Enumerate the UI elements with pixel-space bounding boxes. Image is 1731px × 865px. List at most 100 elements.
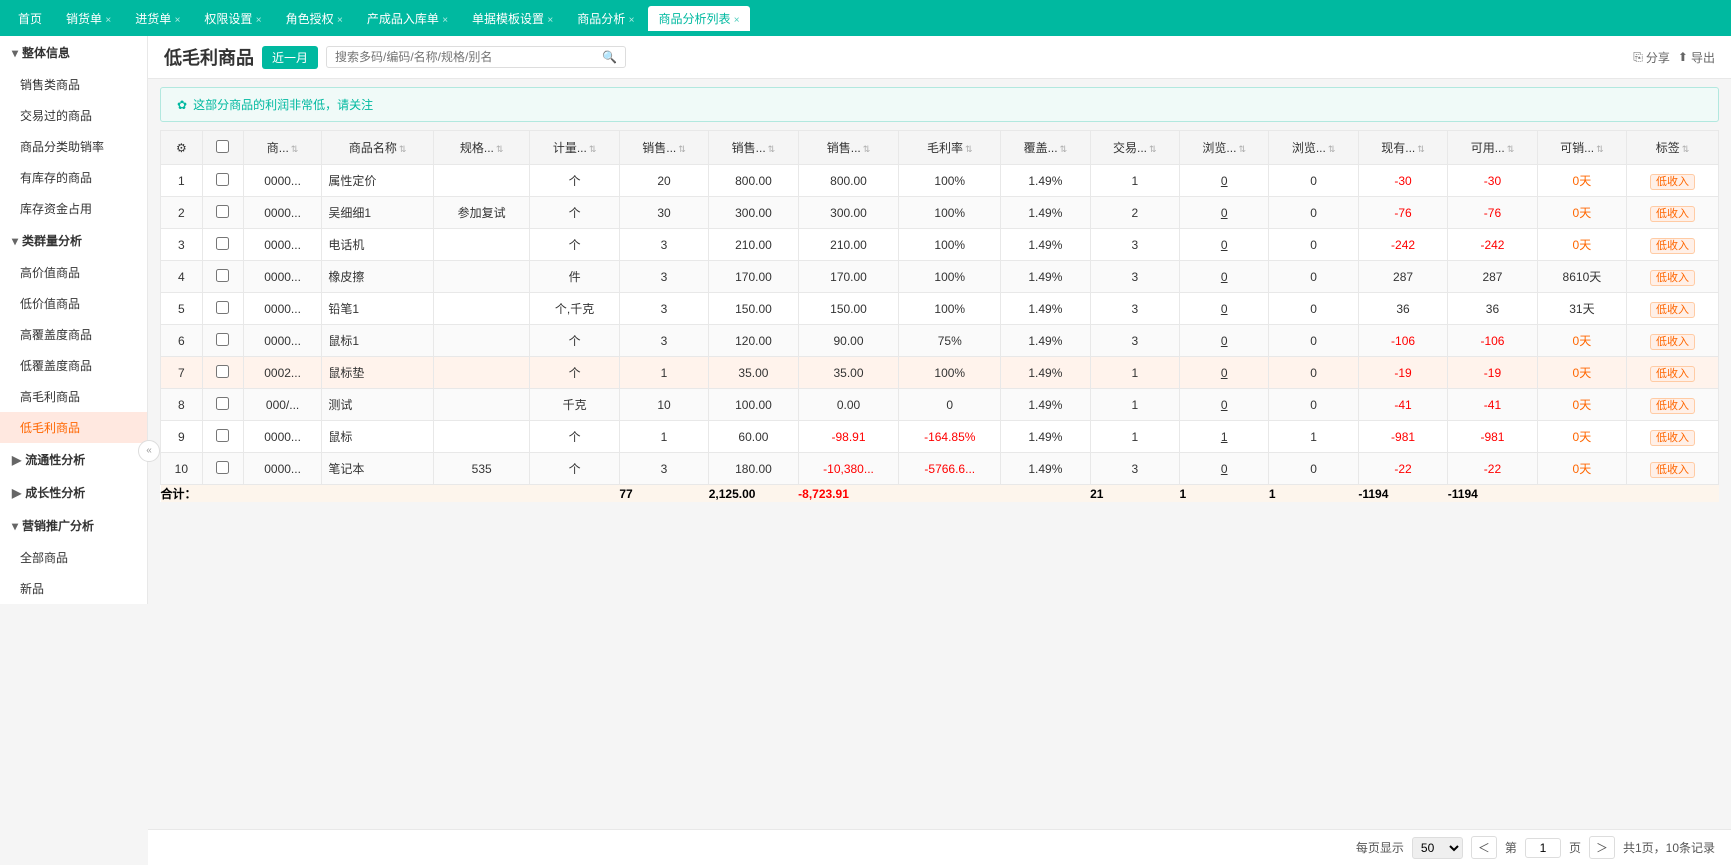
col-gross-margin[interactable]: 毛利率⇅ [899, 131, 1001, 165]
row-name[interactable]: 测试 [322, 389, 434, 421]
row-name[interactable]: 鼠标 [322, 421, 434, 453]
col-sales-price[interactable]: 销售...⇅ [709, 131, 798, 165]
col-current-stock[interactable]: 现有...⇅ [1358, 131, 1447, 165]
row-name[interactable]: 吴细细1 [322, 197, 434, 229]
sidebar-group-cluster[interactable]: ▾ 类群量分析 [0, 224, 147, 257]
col-sellable-days[interactable]: 可销...⇅ [1537, 131, 1626, 165]
per-page-select[interactable]: 50 20 100 [1412, 837, 1463, 859]
nav-role-auth[interactable]: 角色授权 × [276, 6, 353, 31]
collapse-flow-icon: ▶ [12, 453, 21, 467]
sidebar-group-flow[interactable]: ▶ 流通性分析 [0, 443, 147, 476]
col-available-stock[interactable]: 可用...⇅ [1448, 131, 1537, 165]
sidebar-item-low-value[interactable]: 低价值商品 [0, 288, 147, 319]
row-checkbox[interactable] [202, 453, 243, 485]
sidebar-item-all-goods[interactable]: 全部商品 [0, 542, 147, 573]
col-checkbox[interactable] [202, 131, 243, 165]
row-name[interactable]: 电话机 [322, 229, 434, 261]
row-checkbox[interactable] [202, 325, 243, 357]
export-btn[interactable]: ⬆ 导出 [1678, 49, 1715, 66]
sidebar-item-high-value[interactable]: 高价值商品 [0, 257, 147, 288]
col-spec[interactable]: 规格...⇅ [433, 131, 529, 165]
row-sales-price: 60.00 [709, 421, 798, 453]
row-browse1[interactable]: 0 [1180, 197, 1269, 229]
row-available-stock: -22 [1448, 453, 1537, 485]
col-settings[interactable]: ⚙ [161, 131, 203, 165]
col-unit[interactable]: 计量...⇅ [530, 131, 619, 165]
row-browse1[interactable]: 0 [1180, 453, 1269, 485]
share-icon: ⎘ [1633, 50, 1643, 65]
sidebar-item-sales-goods[interactable]: 销售类商品 [0, 69, 147, 100]
row-checkbox[interactable] [202, 293, 243, 325]
row-browse1[interactable]: 0 [1180, 357, 1269, 389]
sidebar-group-growth[interactable]: ▶ 成长性分析 [0, 476, 147, 509]
page-label: 第 [1505, 839, 1517, 856]
nav-product-analysis-list[interactable]: 商品分析列表 × [648, 6, 749, 31]
col-sales-qty[interactable]: 销售...⇅ [619, 131, 708, 165]
sidebar-item-high-margin[interactable]: 高毛利商品 [0, 381, 147, 412]
nav-permissions[interactable]: 权限设置 × [194, 6, 271, 31]
row-checkbox[interactable] [202, 357, 243, 389]
col-transactions[interactable]: 交易...⇅ [1090, 131, 1179, 165]
row-sales-qty: 1 [619, 421, 708, 453]
nav-product-analysis[interactable]: 商品分析 × [567, 6, 644, 31]
next-page-btn[interactable]: ＞ [1589, 836, 1615, 859]
row-browse1[interactable]: 0 [1180, 165, 1269, 197]
row-name[interactable]: 铅笔1 [322, 293, 434, 325]
nav-home[interactable]: 首页 [8, 6, 52, 31]
row-browse1[interactable]: 0 [1180, 325, 1269, 357]
row-coverage: 1.49% [1001, 389, 1090, 421]
row-browse2: 0 [1269, 229, 1358, 261]
filter-recent-month-btn[interactable]: 近一月 [262, 46, 318, 69]
search-icon[interactable]: 🔍 [602, 50, 617, 64]
share-btn[interactable]: ⎘ 分享 [1633, 49, 1670, 66]
nav-sales-order[interactable]: 销货单 × [56, 6, 121, 31]
nav-template-settings[interactable]: 单据模板设置 × [462, 6, 563, 31]
row-sales-qty: 3 [619, 229, 708, 261]
row-name[interactable]: 鼠标垫 [322, 357, 434, 389]
search-input[interactable] [335, 50, 598, 64]
row-browse1[interactable]: 1 [1180, 421, 1269, 453]
row-name[interactable]: 橡皮擦 [322, 261, 434, 293]
sidebar-item-new-goods[interactable]: 新品 [0, 573, 147, 604]
row-checkbox[interactable] [202, 165, 243, 197]
row-checkbox[interactable] [202, 229, 243, 261]
row-sales-qty: 1 [619, 357, 708, 389]
col-coverage[interactable]: 覆盖...⇅ [1001, 131, 1090, 165]
row-checkbox[interactable] [202, 261, 243, 293]
row-name[interactable]: 鼠标1 [322, 325, 434, 357]
row-name[interactable]: 属性定价 [322, 165, 434, 197]
sidebar-item-traded-goods[interactable]: 交易过的商品 [0, 100, 147, 131]
row-name[interactable]: 笔记本 [322, 453, 434, 485]
row-browse1[interactable]: 0 [1180, 229, 1269, 261]
table-container[interactable]: ⚙ 商...⇅ 商品名称⇅ 规格...⇅ 计量...⇅ 销售...⇅ 销售...… [148, 122, 1731, 829]
col-code[interactable]: 商...⇅ [243, 131, 322, 165]
col-tag[interactable]: 标签⇅ [1627, 131, 1719, 165]
col-name[interactable]: 商品名称⇅ [322, 131, 434, 165]
page-input[interactable] [1525, 838, 1561, 858]
sidebar-collapse-btn[interactable]: « [138, 440, 160, 462]
sidebar-item-stock-capital[interactable]: 库存资金占用 [0, 193, 147, 224]
row-checkbox[interactable] [202, 421, 243, 453]
sidebar-item-stocked-goods[interactable]: 有库存的商品 [0, 162, 147, 193]
sidebar-group-marketing[interactable]: ▾ 营销推广分析 [0, 509, 147, 542]
sidebar-group-overall[interactable]: ▾ 整体信息 [0, 36, 147, 69]
col-sales-profit[interactable]: 销售...⇅ [798, 131, 899, 165]
nav-purchase-order[interactable]: 进货单 × [125, 6, 190, 31]
row-transactions: 1 [1090, 165, 1179, 197]
row-checkbox[interactable] [202, 197, 243, 229]
row-browse2: 0 [1269, 261, 1358, 293]
prev-page-btn[interactable]: ＜ [1471, 836, 1497, 859]
sidebar-item-category-rate[interactable]: 商品分类助销率 [0, 131, 147, 162]
row-sales-profit: 35.00 [798, 357, 899, 389]
sidebar-item-low-coverage[interactable]: 低覆盖度商品 [0, 350, 147, 381]
col-browse2[interactable]: 浏览...⇅ [1269, 131, 1358, 165]
sidebar-item-low-margin[interactable]: 低毛利商品 [0, 412, 147, 443]
nav-product-entry[interactable]: 产成品入库单 × [357, 6, 458, 31]
row-checkbox[interactable] [202, 389, 243, 421]
col-browse1[interactable]: 浏览...⇅ [1180, 131, 1269, 165]
select-all-checkbox[interactable] [216, 140, 229, 153]
row-browse1[interactable]: 0 [1180, 389, 1269, 421]
row-browse1[interactable]: 0 [1180, 293, 1269, 325]
row-browse1[interactable]: 0 [1180, 261, 1269, 293]
sidebar-item-high-coverage[interactable]: 高覆盖度商品 [0, 319, 147, 350]
